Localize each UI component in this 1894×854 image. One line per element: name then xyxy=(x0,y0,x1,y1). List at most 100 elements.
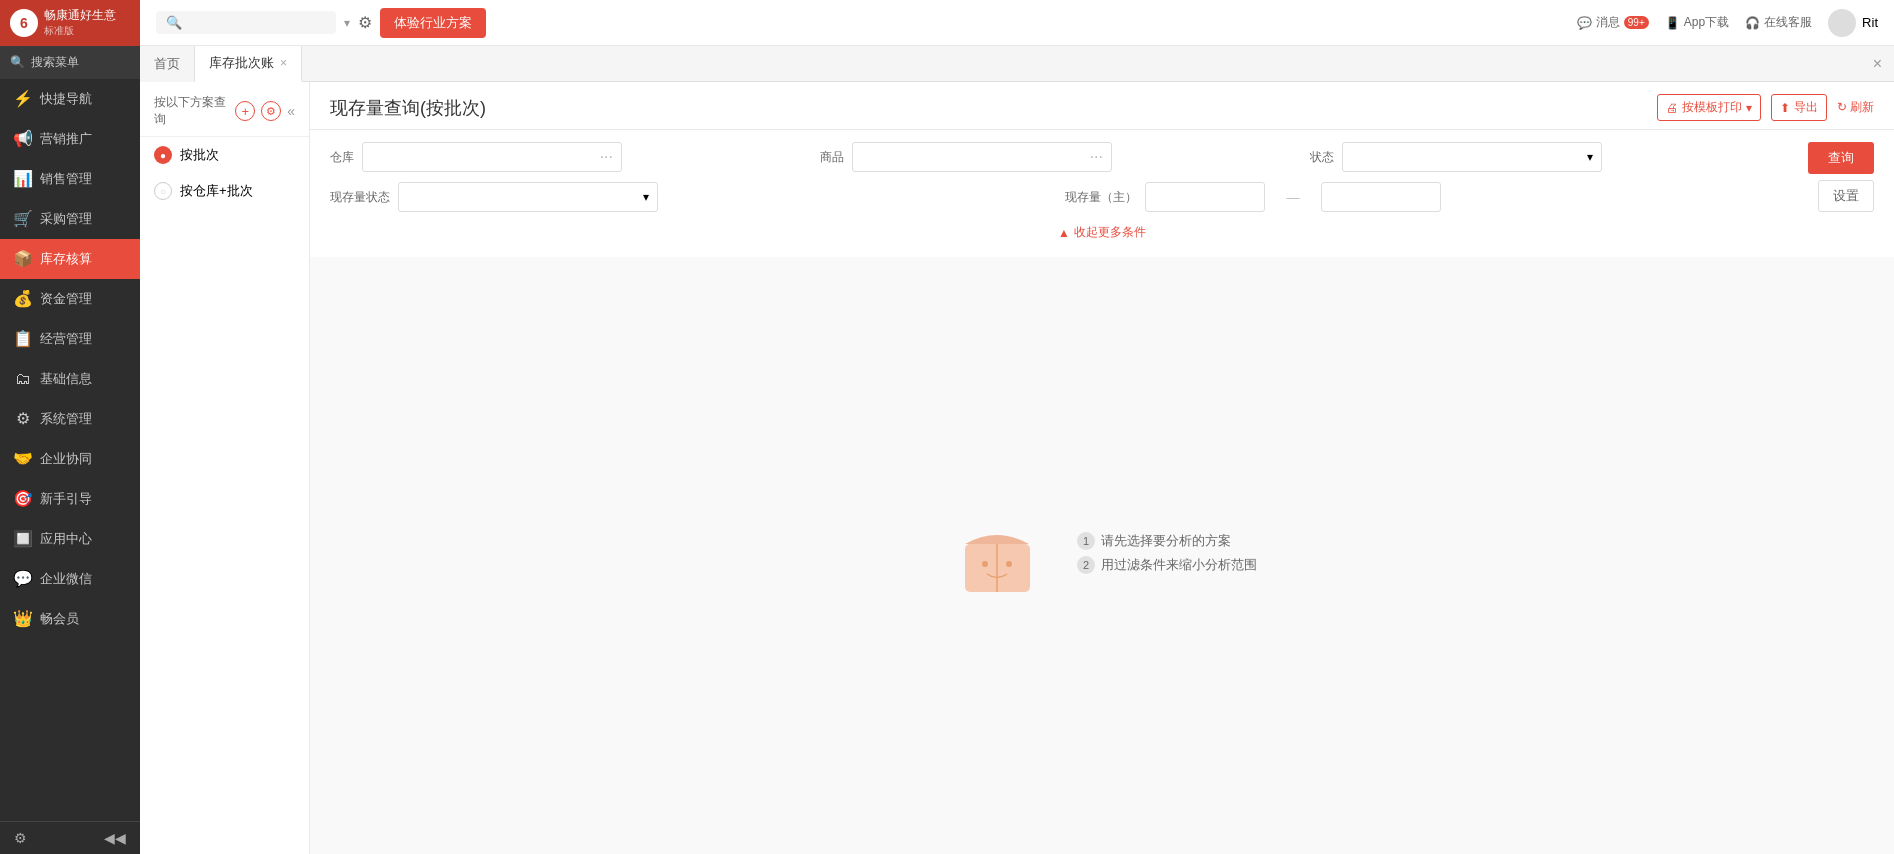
range-divider: — xyxy=(1273,190,1313,205)
export-icon: ⬆ xyxy=(1780,101,1790,115)
step1-num: 1 xyxy=(1077,532,1095,550)
filter-product: 商品 ··· xyxy=(820,142,1294,172)
message-action[interactable]: 💬 消息 99+ xyxy=(1577,14,1649,31)
online-service-action[interactable]: 🎧 在线客服 xyxy=(1745,14,1812,31)
sidebar-item-label: 畅会员 xyxy=(40,610,79,628)
sidebar-item-label: 基础信息 xyxy=(40,370,92,388)
print-button[interactable]: 🖨 按模板打印 ▾ xyxy=(1657,94,1761,121)
sidebar-item-marketing[interactable]: 📢 营销推广 xyxy=(0,119,140,159)
stock-status-chevron-icon: ▾ xyxy=(643,190,649,204)
topbar: 🔍 ▾ ⚙ 体验行业方案 💬 消息 99+ 📱 App下载 🎧 在线客服 xyxy=(140,0,1894,46)
filter-row-1: 仓库 ··· 商品 ··· xyxy=(330,142,1784,172)
sidebar-item-label: 营销推广 xyxy=(40,130,92,148)
collapse-sidebar-icon[interactable]: ◀◀ xyxy=(104,830,126,846)
stock-status-select[interactable]: ▾ xyxy=(398,182,658,212)
system-icon: ⚙ xyxy=(14,410,32,428)
marketing-icon: 📢 xyxy=(14,130,32,148)
sidebar-item-member[interactable]: 👑 畅会员 xyxy=(0,599,140,639)
message-icon: 💬 xyxy=(1577,16,1592,30)
sidebar-header: 6 畅康通好生意 标准版 xyxy=(0,0,140,46)
sidebar-item-apps[interactable]: 🔲 应用中心 xyxy=(0,519,140,559)
add-plan-button[interactable]: + xyxy=(235,101,255,121)
sidebar: 6 畅康通好生意 标准版 🔍 搜索菜单 ⚡ 快捷导航 📢 营销推广 📊 销售管理… xyxy=(0,0,140,854)
stock-qty-min-input[interactable] xyxy=(1145,182,1265,212)
sidebar-item-inventory[interactable]: 📦 库存核算 xyxy=(0,239,140,279)
app-title-group: 畅康通好生意 标准版 xyxy=(44,8,116,38)
sidebar-item-purchase[interactable]: 🛒 采购管理 xyxy=(0,199,140,239)
topbar-chevron-icon[interactable]: ▾ xyxy=(344,16,350,30)
sales-icon: 📊 xyxy=(14,170,32,188)
collapse-conditions-button[interactable]: ▲ 收起更多条件 xyxy=(330,220,1874,245)
sidebar-item-label: 应用中心 xyxy=(40,530,92,548)
stock-status-label: 现存量状态 xyxy=(330,189,390,206)
sidebar-item-label: 经营管理 xyxy=(40,330,92,348)
status-select[interactable]: ▾ xyxy=(1342,142,1602,172)
print-chevron-icon: ▾ xyxy=(1746,101,1752,115)
app-download-action[interactable]: 📱 App下载 xyxy=(1665,14,1729,31)
sidebar-item-quick-nav[interactable]: ⚡ 快捷导航 xyxy=(0,79,140,119)
sidebar-item-finance[interactable]: 💰 资金管理 xyxy=(0,279,140,319)
topbar-settings-icon[interactable]: ⚙ xyxy=(358,13,372,32)
product-input[interactable]: ··· xyxy=(852,142,1112,172)
svg-point-3 xyxy=(1006,561,1012,567)
plan-inactive-icon: ○ xyxy=(154,182,172,200)
collapse-panel-button[interactable]: « xyxy=(287,103,295,119)
app-logo: 6 xyxy=(10,9,38,37)
sidebar-item-system[interactable]: ⚙ 系统管理 xyxy=(0,399,140,439)
plan-by-warehouse-batch[interactable]: ○ 按仓库+批次 xyxy=(140,173,309,209)
stock-qty-max-input[interactable] xyxy=(1321,182,1441,212)
query-button[interactable]: 查询 xyxy=(1808,142,1874,174)
filter-stock-status: 现存量状态 ▾ xyxy=(330,182,1049,212)
quick-nav-icon: ⚡ xyxy=(14,90,32,108)
warehouse-dots[interactable]: ··· xyxy=(600,148,613,166)
sidebar-item-label: 销售管理 xyxy=(40,170,92,188)
left-panel-header-label: 按以下方案查询 xyxy=(154,94,235,128)
message-badge: 99+ xyxy=(1624,16,1649,29)
topbar-search-input[interactable] xyxy=(188,16,308,30)
sidebar-item-label: 企业微信 xyxy=(40,570,92,588)
user-area[interactable]: Rit xyxy=(1828,9,1878,37)
refresh-button[interactable]: ↻ 刷新 xyxy=(1837,99,1874,116)
tab-home[interactable]: 首页 xyxy=(140,46,195,82)
app-title: 畅康通好生意 xyxy=(44,8,116,24)
tab-close-icon[interactable]: × xyxy=(280,57,287,69)
topbar-left: 🔍 ▾ ⚙ 体验行业方案 xyxy=(156,8,1567,38)
inventory-icon: 📦 xyxy=(14,250,32,268)
online-service-label: 在线客服 xyxy=(1764,14,1812,31)
filter-status: 状态 ▾ xyxy=(1310,142,1784,172)
tabbar: 首页 库存批次账 × × xyxy=(140,46,1894,82)
sidebar-item-wechat[interactable]: 💬 企业微信 xyxy=(0,559,140,599)
close-all-tabs-button[interactable]: × xyxy=(1861,55,1894,73)
tab-home-label: 首页 xyxy=(154,55,180,73)
page-header: 现存量查询(按批次) 🖨 按模板打印 ▾ ⬆ 导出 ↻ xyxy=(310,82,1894,130)
plan-by-batch[interactable]: ● 按批次 xyxy=(140,137,309,173)
sidebar-search[interactable]: 🔍 搜索菜单 xyxy=(0,46,140,79)
sidebar-item-label: 企业协同 xyxy=(40,450,92,468)
filter-warehouse: 仓库 ··· xyxy=(330,142,804,172)
app-subtitle: 标准版 xyxy=(44,24,116,38)
plan-by-batch-label: 按批次 xyxy=(180,146,219,164)
tab-active-label: 库存批次账 xyxy=(209,54,274,72)
sidebar-item-operations[interactable]: 📋 经营管理 xyxy=(0,319,140,359)
settings-button[interactable]: 设置 xyxy=(1818,180,1874,212)
printer-icon: 🖨 xyxy=(1666,101,1678,115)
wechat-icon: 💬 xyxy=(14,570,32,588)
plan-settings-button[interactable]: ⚙ xyxy=(261,101,281,121)
product-dots[interactable]: ··· xyxy=(1090,148,1103,166)
left-panel: 按以下方案查询 + ⚙ « ● 按批次 ○ 按仓库+批次 xyxy=(140,82,310,854)
sidebar-item-label: 快捷导航 xyxy=(40,90,92,108)
export-button[interactable]: ⬆ 导出 xyxy=(1771,94,1827,121)
sidebar-item-collab[interactable]: 🤝 企业协同 xyxy=(0,439,140,479)
warehouse-input[interactable]: ··· xyxy=(362,142,622,172)
sidebar-item-guide[interactable]: 🎯 新手引导 xyxy=(0,479,140,519)
sidebar-item-basic[interactable]: 🗂 基础信息 xyxy=(0,359,140,399)
sidebar-item-sales[interactable]: 📊 销售管理 xyxy=(0,159,140,199)
experience-button[interactable]: 体验行业方案 xyxy=(380,8,486,38)
page-title: 现存量查询(按批次) xyxy=(330,96,486,120)
settings-footer-icon[interactable]: ⚙ xyxy=(14,830,27,846)
warehouse-label: 仓库 xyxy=(330,149,354,166)
sidebar-item-label: 新手引导 xyxy=(40,490,92,508)
svg-point-2 xyxy=(982,561,988,567)
tab-inventory-batch[interactable]: 库存批次账 × xyxy=(195,46,302,82)
topbar-search-box[interactable]: 🔍 xyxy=(156,11,336,34)
